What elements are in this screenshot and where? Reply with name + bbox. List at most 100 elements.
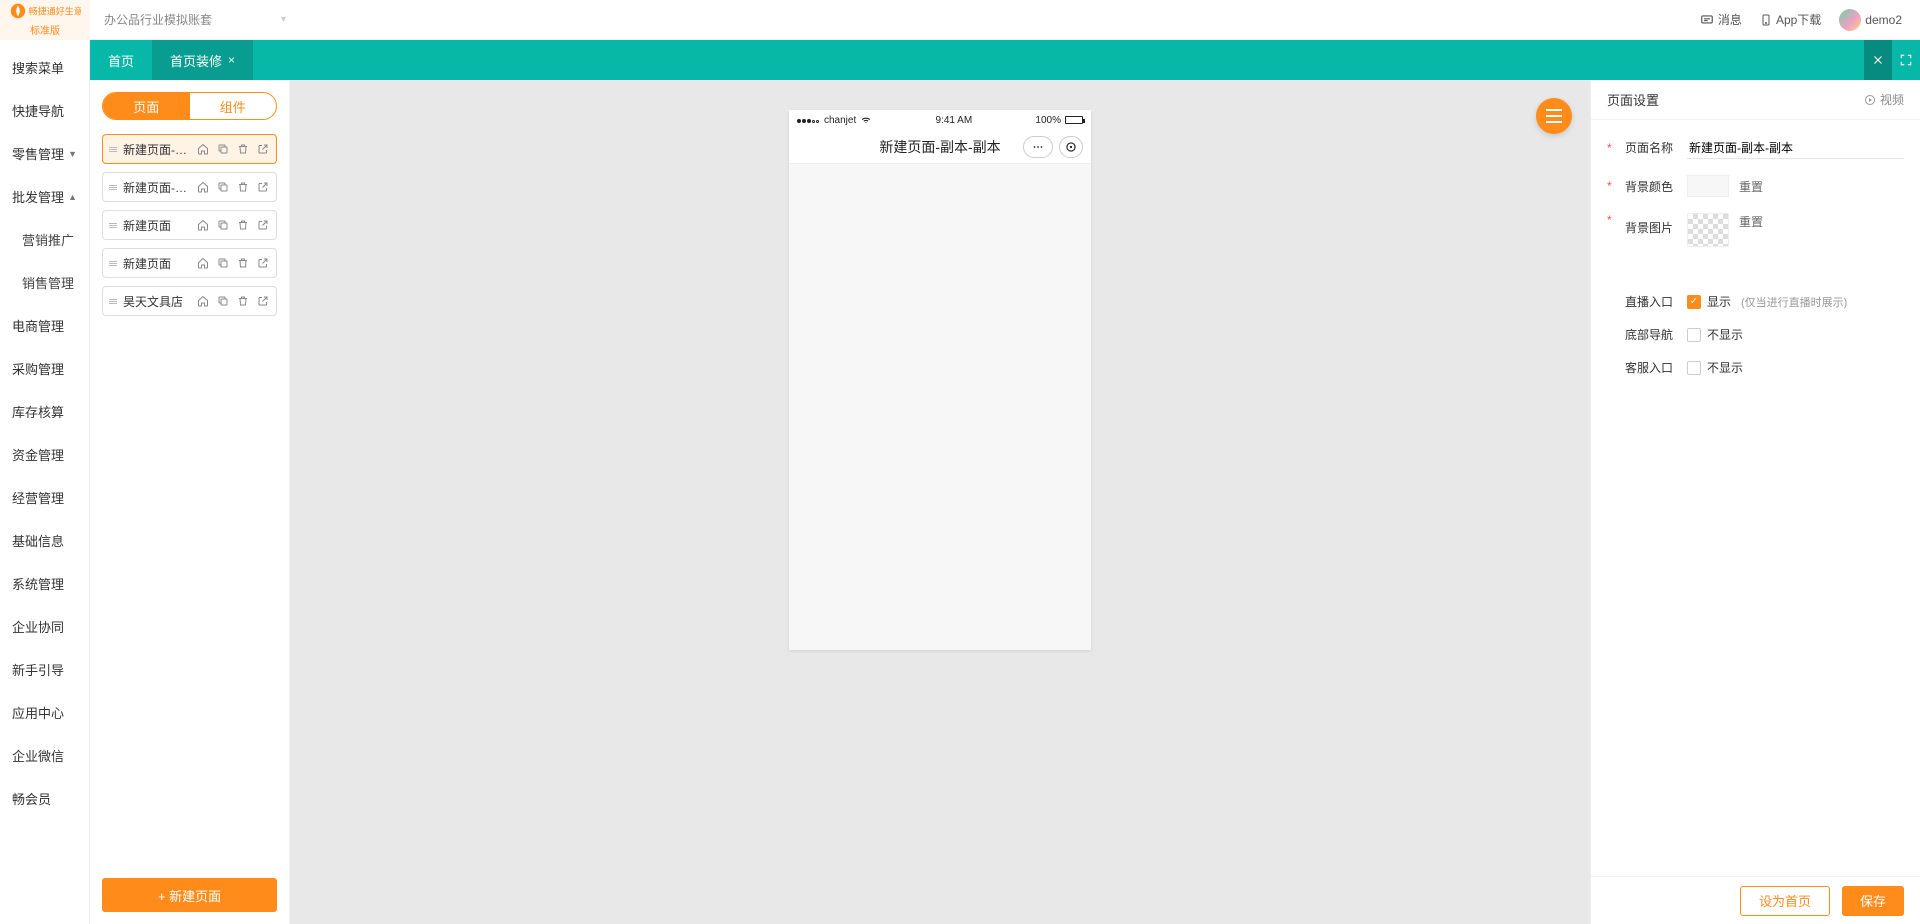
required-icon: *: [1607, 213, 1615, 227]
logo[interactable]: 畅捷通好生意 标准版: [0, 0, 90, 40]
nav-item-8[interactable]: 库存核算: [0, 390, 89, 433]
page-item-0[interactable]: 新建页面-副本...: [102, 134, 277, 164]
nav-item-13[interactable]: 企业协同: [0, 605, 89, 648]
required-icon: *: [1607, 141, 1615, 155]
close-icon[interactable]: ×: [228, 53, 235, 67]
delete-icon[interactable]: [236, 257, 250, 269]
nav-item-15[interactable]: 应用中心: [0, 691, 89, 734]
phone-titlebar: 新建页面-副本-副本: [789, 130, 1091, 164]
nav-item-14[interactable]: 新手引导: [0, 648, 89, 691]
home-icon[interactable]: [196, 181, 210, 193]
service-entry-checkbox[interactable]: 不显示: [1687, 359, 1743, 376]
account-selector[interactable]: 办公品行业模拟账套 ▾: [90, 0, 300, 39]
page-name-input[interactable]: [1687, 136, 1904, 159]
copy-icon[interactable]: [216, 143, 230, 155]
nav-item-10[interactable]: 经营管理: [0, 476, 89, 519]
external-link-icon[interactable]: [256, 181, 270, 193]
nav-item-2[interactable]: 零售管理 ▼: [0, 132, 89, 175]
bg-color-reset[interactable]: 重置: [1739, 178, 1763, 195]
phone-body[interactable]: [789, 164, 1091, 650]
home-icon[interactable]: [196, 295, 210, 307]
save-button[interactable]: 保存: [1842, 886, 1904, 916]
external-link-icon[interactable]: [256, 257, 270, 269]
nav-item-5[interactable]: 销售管理: [0, 261, 89, 304]
home-icon[interactable]: [196, 219, 210, 231]
toggle-panel-button[interactable]: [1536, 98, 1572, 134]
delete-icon[interactable]: [236, 181, 250, 193]
nav-item-9[interactable]: 资金管理: [0, 433, 89, 476]
drag-handle-icon[interactable]: [109, 261, 117, 266]
copy-icon[interactable]: [216, 257, 230, 269]
nav-item-1[interactable]: 快捷导航: [0, 89, 89, 132]
copy-icon[interactable]: [216, 295, 230, 307]
nav-item-label: 新手引导: [12, 660, 64, 679]
avatar: [1839, 9, 1861, 31]
nav-item-label: 零售管理: [12, 144, 64, 163]
tab-1[interactable]: 首页装修×: [152, 40, 253, 80]
bg-image-reset[interactable]: 重置: [1739, 213, 1763, 230]
miniapp-close-icon[interactable]: [1059, 136, 1083, 158]
nav-item-label: 批发管理: [12, 187, 64, 206]
copy-icon[interactable]: [216, 219, 230, 231]
toggle-page[interactable]: 页面: [103, 93, 190, 119]
battery-icon: [1065, 116, 1083, 124]
external-link-icon[interactable]: [256, 143, 270, 155]
app-download-link[interactable]: App下载: [1760, 11, 1821, 28]
tab-0[interactable]: 首页: [90, 40, 152, 80]
home-icon[interactable]: [196, 257, 210, 269]
menu-icon: [1546, 107, 1562, 125]
bg-color-swatch[interactable]: [1687, 175, 1729, 197]
nav-item-4[interactable]: 营销推广: [0, 218, 89, 261]
nav-item-11[interactable]: 基础信息: [0, 519, 89, 562]
drag-handle-icon[interactable]: [109, 223, 117, 228]
miniapp-menu-icon[interactable]: [1023, 136, 1053, 158]
bottom-nav-checkbox[interactable]: 不显示: [1687, 326, 1743, 343]
nav-item-label: 营销推广: [22, 230, 74, 249]
video-help-link[interactable]: 视频: [1864, 91, 1904, 108]
new-page-button[interactable]: + 新建页面: [102, 878, 277, 912]
nav-item-17[interactable]: 畅会员: [0, 777, 89, 820]
page-item-2[interactable]: 新建页面: [102, 210, 277, 240]
close-all-tabs[interactable]: [1864, 40, 1892, 80]
drag-handle-icon[interactable]: [109, 185, 117, 190]
bg-image-picker[interactable]: [1687, 213, 1729, 247]
page-item-1[interactable]: 新建页面-副本: [102, 172, 277, 202]
live-entry-checkbox[interactable]: 显示: [1687, 293, 1731, 310]
delete-icon[interactable]: [236, 219, 250, 231]
nav-item-label: 企业协同: [12, 617, 64, 636]
chevron-up-icon: ▲: [68, 192, 77, 202]
nav-item-12[interactable]: 系统管理: [0, 562, 89, 605]
nav-item-3[interactable]: 批发管理 ▲: [0, 175, 89, 218]
copy-icon[interactable]: [216, 181, 230, 193]
fullscreen-toggle[interactable]: [1892, 40, 1920, 80]
settings-title: 页面设置: [1607, 90, 1659, 109]
nav-item-6[interactable]: 电商管理: [0, 304, 89, 347]
live-entry-label: 直播入口: [1625, 293, 1677, 310]
delete-icon[interactable]: [236, 143, 250, 155]
toggle-component[interactable]: 组件: [190, 93, 277, 119]
tabbar: 首页首页装修×: [90, 40, 1920, 80]
external-link-icon[interactable]: [256, 295, 270, 307]
wifi-icon: [860, 115, 872, 125]
page-item-3[interactable]: 新建页面: [102, 248, 277, 278]
drag-handle-icon[interactable]: [109, 299, 117, 304]
side-nav: 搜索菜单快捷导航零售管理 ▼ 批发管理 ▲ 营销推广销售管理电商管理采购管理库存核算资金…: [0, 40, 90, 924]
user-menu[interactable]: demo2: [1839, 9, 1902, 31]
signal-icon: [797, 115, 820, 126]
nav-item-0[interactable]: 搜索菜单: [0, 46, 89, 89]
set-home-button[interactable]: 设为首页: [1740, 886, 1830, 916]
nav-item-16[interactable]: 企业微信: [0, 734, 89, 777]
home-icon[interactable]: [196, 143, 210, 155]
svg-text:畅捷通好生意: 畅捷通好生意: [29, 6, 81, 17]
external-link-icon[interactable]: [256, 219, 270, 231]
nav-item-label: 搜索菜单: [12, 58, 64, 77]
edition-label: 标准版: [30, 22, 60, 37]
delete-icon[interactable]: [236, 295, 250, 307]
tab-label: 首页: [108, 51, 134, 70]
page-item-4[interactable]: 昊天文具店: [102, 286, 277, 316]
carrier-label: chanjet: [824, 115, 856, 126]
drag-handle-icon[interactable]: [109, 147, 117, 152]
nav-item-7[interactable]: 采购管理: [0, 347, 89, 390]
messages-link[interactable]: 消息: [1700, 11, 1742, 28]
chevron-down-icon: ▼: [68, 149, 77, 159]
